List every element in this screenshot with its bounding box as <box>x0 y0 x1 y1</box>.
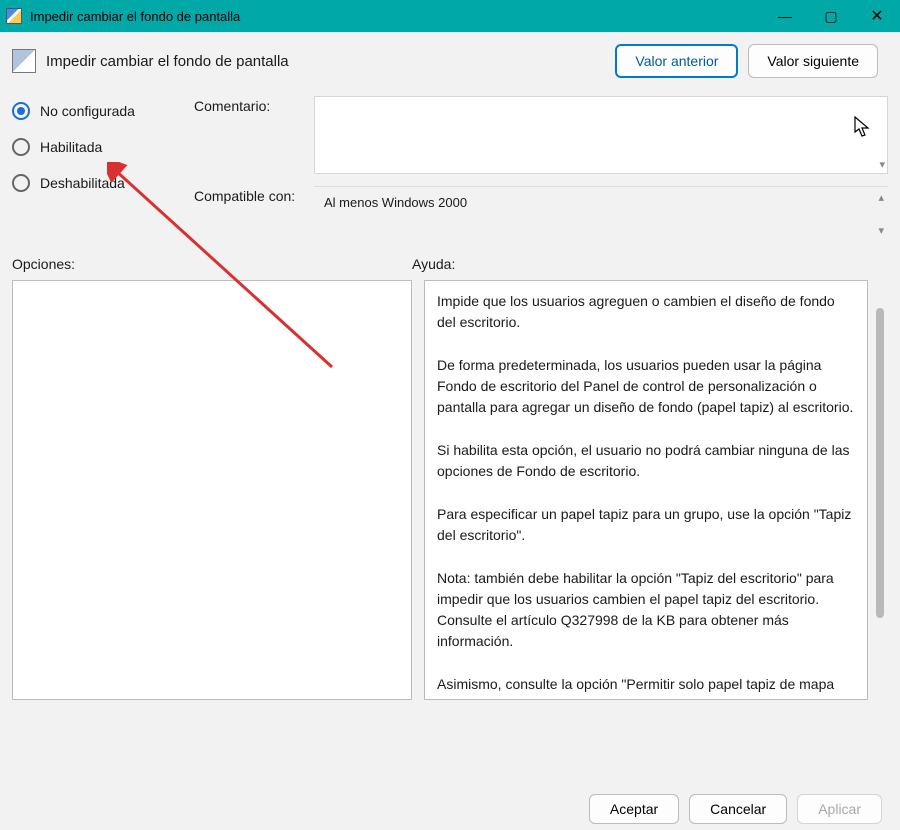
dialog-footer: Aceptar Cancelar Aplicar <box>589 794 882 824</box>
supported-on-text: Al menos Windows 2000 <box>324 195 467 210</box>
chevron-up-icon[interactable]: ▴ <box>878 191 884 204</box>
radio-icon <box>12 174 30 192</box>
previous-setting-button[interactable]: Valor anterior <box>615 44 738 78</box>
supported-on-field: Al menos Windows 2000 ▴ ▾ <box>314 186 888 234</box>
cancel-button[interactable]: Cancelar <box>689 794 787 824</box>
cursor-pointer-icon <box>854 116 872 143</box>
help-text: Asimismo, consulte la opción "Permitir s… <box>437 674 855 695</box>
minimize-button[interactable]: — <box>762 0 808 32</box>
radio-not-configured[interactable]: No configurada <box>12 102 172 120</box>
help-text: Impide que los usuarios agreguen o cambi… <box>437 291 855 333</box>
supported-label: Compatible con: <box>194 186 314 204</box>
help-text: Si habilita esta opción, el usuario no p… <box>437 440 855 482</box>
ok-button[interactable]: Aceptar <box>589 794 679 824</box>
policy-icon <box>12 49 36 73</box>
radio-label: No configurada <box>40 103 135 119</box>
window-controls: — ▢ ✕ <box>762 0 900 32</box>
radio-enabled[interactable]: Habilitada <box>12 138 172 156</box>
help-text: Para especificar un papel tapiz para un … <box>437 504 855 546</box>
radio-disabled[interactable]: Deshabilitada <box>12 174 172 192</box>
radio-label: Deshabilitada <box>40 175 125 191</box>
state-radio-group: No configurada Habilitada Deshabilitada <box>12 96 172 246</box>
chevron-down-icon: ▾ <box>879 158 885 171</box>
scroll-thumb[interactable] <box>876 308 884 618</box>
help-text: Nota: también debe habilitar la opción "… <box>437 568 855 652</box>
next-setting-button[interactable]: Valor siguiente <box>748 44 878 78</box>
help-text: De forma predeterminada, los usuarios pu… <box>437 355 855 418</box>
help-panel: Impide que los usuarios agreguen o cambi… <box>424 280 868 700</box>
maximize-button[interactable]: ▢ <box>808 0 854 32</box>
options-panel <box>12 280 412 700</box>
radio-icon <box>12 102 30 120</box>
window-title: Impedir cambiar el fondo de pantalla <box>30 9 762 24</box>
window-icon <box>6 8 22 24</box>
comment-label: Comentario: <box>194 96 314 114</box>
radio-label: Habilitada <box>40 139 102 155</box>
close-button[interactable]: ✕ <box>854 0 900 32</box>
chevron-down-icon[interactable]: ▾ <box>878 224 884 237</box>
policy-title: Impedir cambiar el fondo de pantalla <box>46 53 615 70</box>
apply-button: Aplicar <box>797 794 882 824</box>
options-label: Opciones: <box>12 256 412 272</box>
comment-input[interactable]: ▾ <box>314 96 888 174</box>
radio-icon <box>12 138 30 156</box>
help-label: Ayuda: <box>412 256 455 272</box>
header: Impedir cambiar el fondo de pantalla Val… <box>12 44 888 78</box>
titlebar: Impedir cambiar el fondo de pantalla — ▢… <box>0 0 900 32</box>
scrollbar[interactable] <box>872 280 888 700</box>
